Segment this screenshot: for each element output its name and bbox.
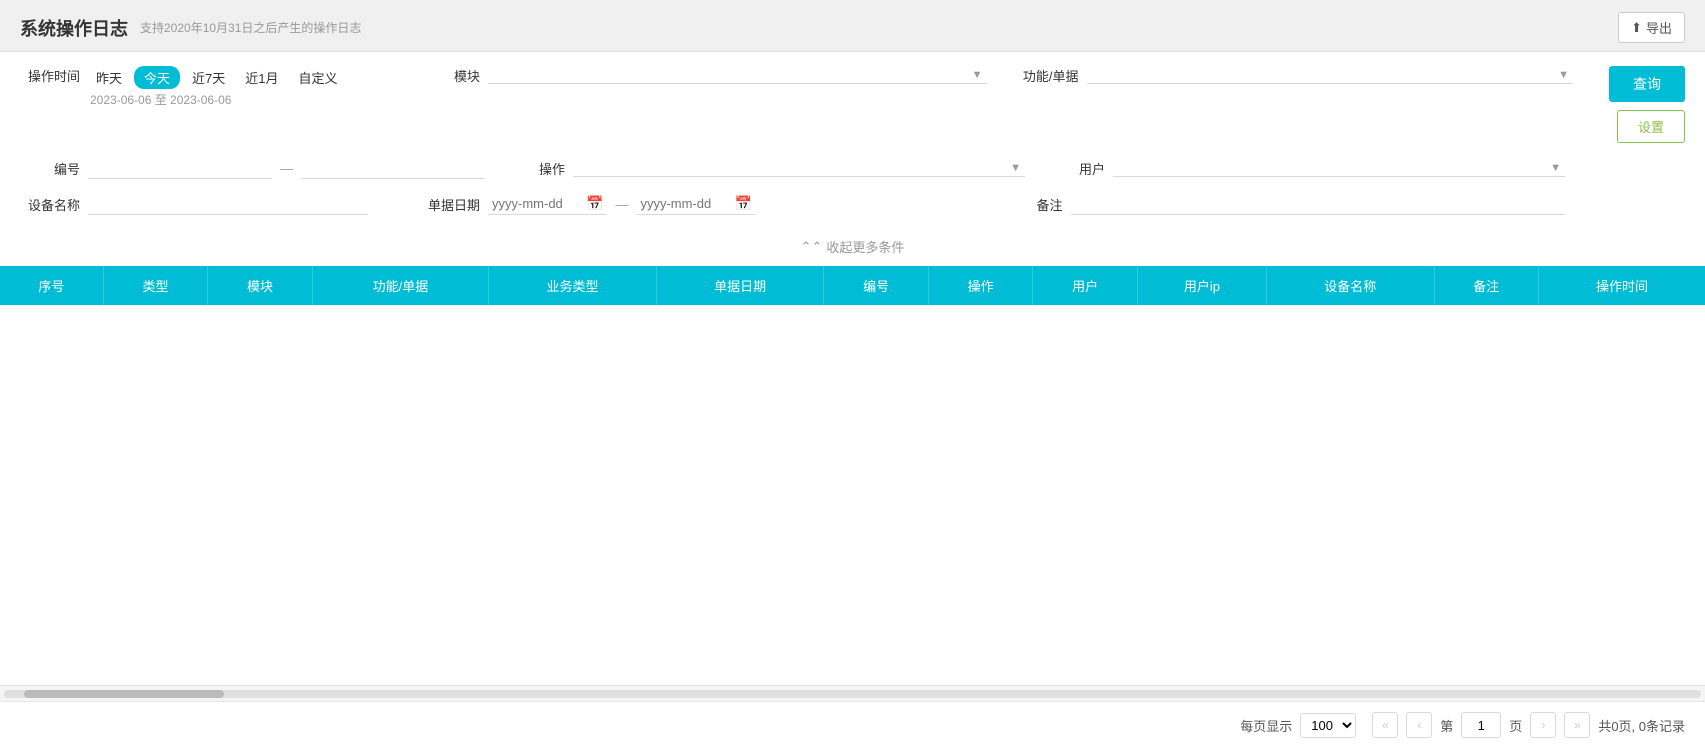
title-area: 系统操作日志 支持2020年10月31日之后产生的操作日志 (20, 15, 361, 41)
module-select[interactable]: ▼ (488, 67, 987, 84)
number-label: 编号 (20, 159, 88, 178)
operation-chevron-icon: ▼ (1010, 162, 1021, 174)
last-page-button[interactable]: » (1564, 712, 1590, 738)
page-size-select[interactable]: 100 (1300, 713, 1356, 738)
calendar-start-icon[interactable]: 📅 (586, 195, 603, 212)
module-label: 模块 (420, 66, 488, 85)
col-op-time: 操作时间 (1539, 266, 1705, 305)
time-btn-custom[interactable]: 自定义 (291, 66, 346, 89)
prev-page-button[interactable]: ‹ (1406, 712, 1432, 738)
time-btn-1month[interactable]: 近1月 (237, 66, 286, 89)
col-device: 设备名称 (1266, 266, 1434, 305)
col-biz-type: 业务类型 (489, 266, 657, 305)
time-btn-yesterday[interactable]: 昨天 (88, 66, 130, 89)
col-type: 类型 (103, 266, 207, 305)
date-start-wrap: 📅 (488, 193, 607, 215)
device-label: 设备名称 (20, 195, 88, 214)
collapse-button[interactable]: ⌃⌃ 收起更多条件 (801, 237, 905, 256)
function-label: 功能/单据 (1007, 66, 1087, 85)
empty-state (0, 305, 1705, 685)
col-user: 用户 (1033, 266, 1137, 305)
col-operation: 操作 (928, 266, 1032, 305)
time-buttons: 昨天 今天 近7天 近1月 自定义 (88, 66, 346, 89)
module-select-text (492, 72, 968, 78)
time-filter-group: 昨天 今天 近7天 近1月 自定义 2023-06-06 至 2023-06-0… (88, 66, 346, 108)
query-button[interactable]: 查询 (1609, 66, 1685, 102)
operation-select-text (577, 165, 1006, 171)
operation-select[interactable]: ▼ (573, 160, 1025, 177)
data-table: 序号 类型 模块 功能/单据 业务类型 单据日期 编号 操作 用户 用户ip 设… (0, 266, 1705, 305)
device-input[interactable] (88, 193, 368, 215)
col-function: 功能/单据 (312, 266, 488, 305)
page-subtitle: 支持2020年10月31日之后产生的操作日志 (140, 19, 361, 36)
date-start-input[interactable] (492, 196, 582, 211)
next-page-button[interactable]: › (1530, 712, 1556, 738)
scroll-thumb[interactable] (24, 690, 224, 698)
filter-area: 操作时间 昨天 今天 近7天 近1月 自定义 2023-06-06 至 2023… (0, 52, 1705, 266)
page-title: 系统操作日志 (20, 15, 128, 41)
first-page-button[interactable]: « (1372, 712, 1398, 738)
function-select-text (1091, 72, 1555, 78)
function-chevron-icon: ▼ (1558, 69, 1569, 81)
per-page-label: 每页显示 (1240, 716, 1292, 735)
user-label: 用户 (1045, 159, 1113, 178)
user-select[interactable]: ▼ (1113, 160, 1565, 177)
col-voucher-date: 单据日期 (656, 266, 824, 305)
export-button[interactable]: ⬆ 导出 (1618, 12, 1685, 43)
page-prefix: 第 (1440, 716, 1453, 735)
number-dash: — (272, 161, 301, 176)
date-end-wrap: 📅 (636, 193, 755, 215)
collapse-bar: ⌃⌃ 收起更多条件 (20, 229, 1685, 260)
voucher-date-label: 单据日期 (420, 195, 488, 214)
page-header: 系统操作日志 支持2020年10月31日之后产生的操作日志 ⬆ 导出 (0, 0, 1705, 52)
page-suffix: 页 (1509, 716, 1522, 735)
scroll-track (4, 690, 1701, 698)
page-number-input[interactable] (1461, 712, 1501, 738)
collapse-icon: ⌃⌃ (801, 239, 823, 255)
remark-input[interactable] (1071, 193, 1566, 215)
time-btn-today[interactable]: 今天 (134, 66, 180, 89)
remark-label: 备注 (1003, 195, 1071, 214)
col-remark: 备注 (1434, 266, 1538, 305)
col-seq: 序号 (0, 266, 103, 305)
table-area: 序号 类型 模块 功能/单据 业务类型 单据日期 编号 操作 用户 用户ip 设… (0, 266, 1705, 685)
user-select-text (1117, 165, 1546, 171)
calendar-end-icon[interactable]: 📅 (734, 195, 751, 212)
function-select[interactable]: ▼ (1087, 67, 1574, 84)
pagination: 每页显示 100 « ‹ 第 页 › » 共0页, 0条记录 (0, 701, 1705, 748)
export-icon: ⬆ (1631, 20, 1642, 36)
number-input-start[interactable] (88, 157, 272, 179)
time-label: 操作时间 (20, 66, 88, 85)
horizontal-scrollbar[interactable] (0, 685, 1705, 701)
operation-label: 操作 (505, 159, 573, 178)
settings-button[interactable]: 设置 (1617, 110, 1685, 143)
col-module: 模块 (208, 266, 312, 305)
date-dash: — (607, 197, 636, 212)
table-header: 序号 类型 模块 功能/单据 业务类型 单据日期 编号 操作 用户 用户ip 设… (0, 266, 1705, 305)
col-number: 编号 (824, 266, 928, 305)
col-user-ip: 用户ip (1137, 266, 1266, 305)
action-buttons: 查询 设置 (1593, 66, 1685, 143)
user-chevron-icon: ▼ (1550, 162, 1561, 174)
module-chevron-icon: ▼ (972, 69, 983, 81)
time-range-display: 2023-06-06 至 2023-06-06 (88, 91, 346, 108)
date-end-input[interactable] (640, 196, 730, 211)
number-input-end[interactable] (301, 157, 485, 179)
total-text: 共0页, 0条记录 (1598, 716, 1685, 735)
time-btn-7days[interactable]: 近7天 (184, 66, 233, 89)
